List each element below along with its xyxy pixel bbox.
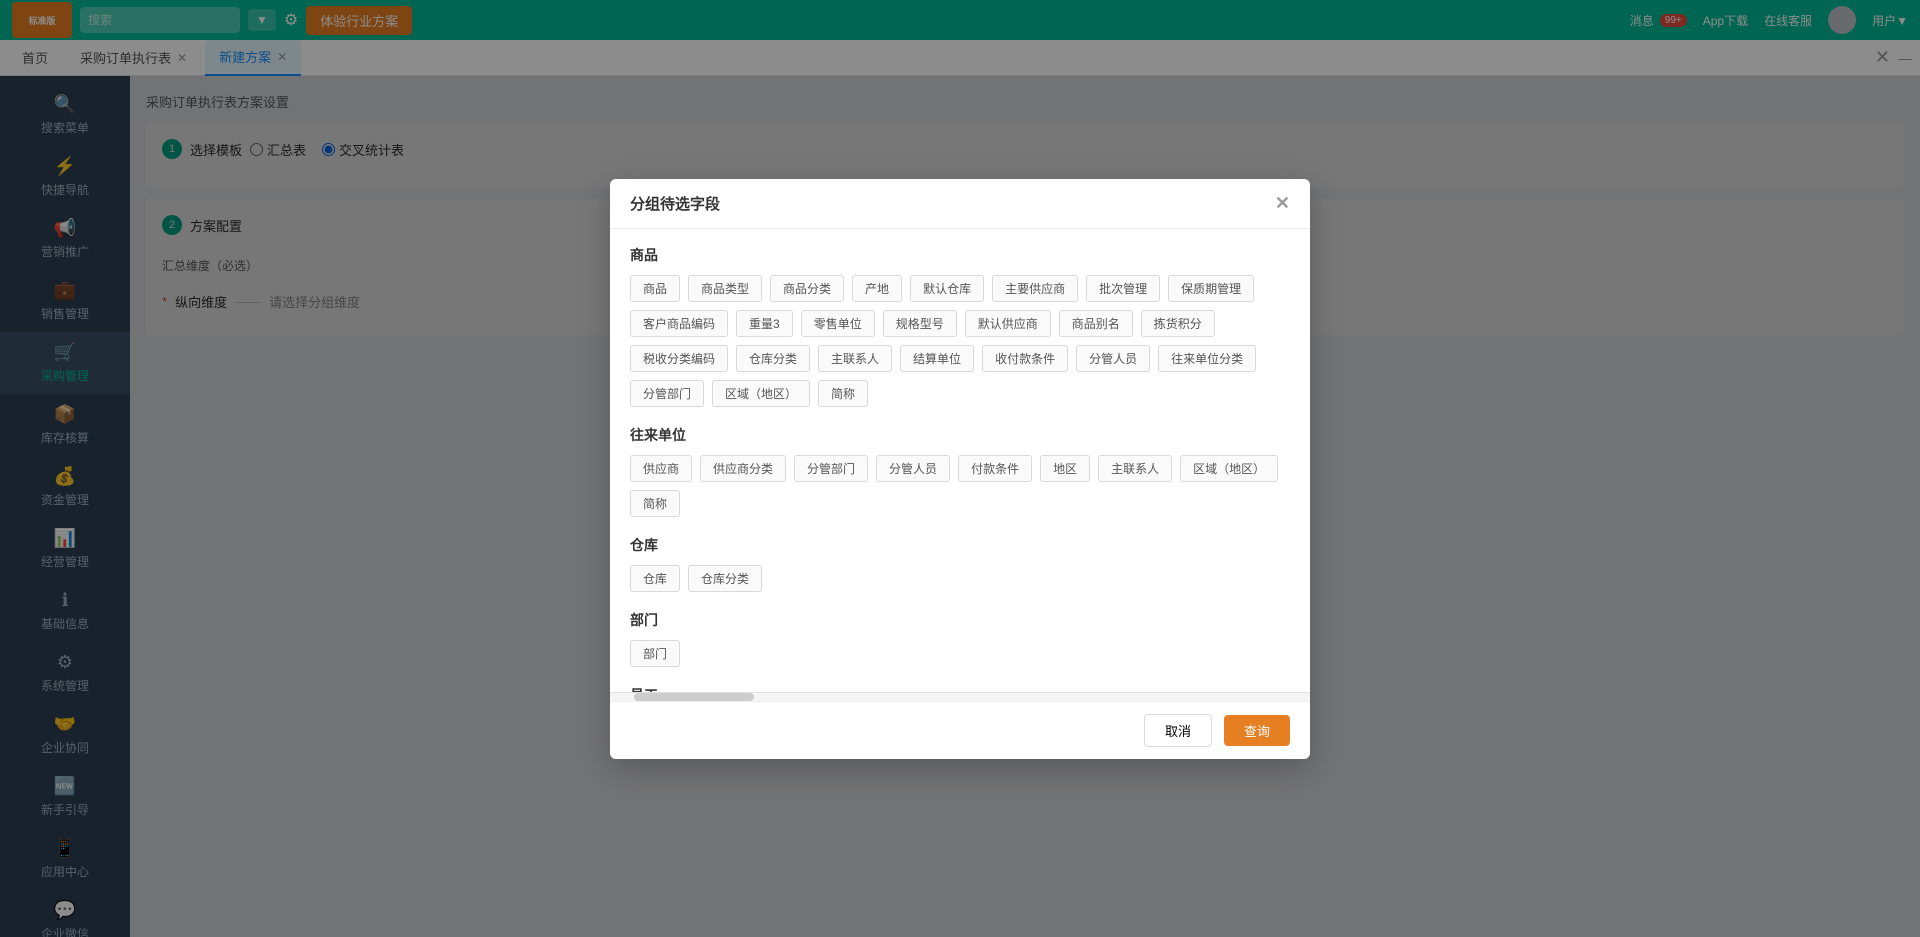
field-tag[interactable]: 付款条件 bbox=[958, 455, 1032, 482]
field-tag[interactable]: 简称 bbox=[818, 380, 868, 407]
field-tag[interactable]: 商品别名 bbox=[1059, 310, 1133, 337]
section-warehouse: 仓库 仓库 仓库分类 bbox=[630, 535, 1290, 592]
modal-footer: 取消 查询 bbox=[610, 701, 1310, 759]
field-tag[interactable]: 仓库分类 bbox=[736, 345, 810, 372]
field-tag[interactable]: 批次管理 bbox=[1086, 275, 1160, 302]
field-tag[interactable]: 部门 bbox=[630, 640, 680, 667]
section-employee: 员工 业务员 bbox=[630, 685, 1290, 692]
field-tag[interactable]: 规格型号 bbox=[883, 310, 957, 337]
field-tag[interactable]: 客户商品编码 bbox=[630, 310, 728, 337]
field-tag[interactable]: 区域（地区） bbox=[1180, 455, 1278, 482]
modal-title: 分组待选字段 bbox=[630, 193, 720, 214]
section-goods-tags: 商品 商品类型 商品分类 产地 默认仓库 主要供应商 批次管理 保质期管理 客户… bbox=[630, 275, 1290, 407]
field-tag[interactable]: 供应商分类 bbox=[700, 455, 786, 482]
field-tag[interactable]: 零售单位 bbox=[801, 310, 875, 337]
field-tag[interactable]: 默认供应商 bbox=[965, 310, 1051, 337]
modal-close-button[interactable]: ✕ bbox=[1275, 193, 1290, 214]
field-tag[interactable]: 主联系人 bbox=[818, 345, 892, 372]
h-scroll-thumb[interactable] bbox=[634, 693, 754, 701]
section-partner-title: 往来单位 bbox=[630, 425, 1290, 445]
modal-header: 分组待选字段 ✕ bbox=[610, 179, 1310, 229]
field-tag[interactable]: 区域（地区） bbox=[712, 380, 810, 407]
field-tag[interactable]: 简称 bbox=[630, 490, 680, 517]
section-goods-title: 商品 bbox=[630, 245, 1290, 265]
section-partner-tags: 供应商 供应商分类 分管部门 分管人员 付款条件 地区 主联系人 区域（地区） … bbox=[630, 455, 1290, 517]
section-warehouse-tags: 仓库 仓库分类 bbox=[630, 565, 1290, 592]
field-tag[interactable]: 供应商 bbox=[630, 455, 692, 482]
field-tag[interactable]: 商品分类 bbox=[770, 275, 844, 302]
section-department-title: 部门 bbox=[630, 610, 1290, 630]
field-tag[interactable]: 主联系人 bbox=[1098, 455, 1172, 482]
confirm-button[interactable]: 查询 bbox=[1224, 715, 1290, 746]
field-tag[interactable]: 保质期管理 bbox=[1168, 275, 1254, 302]
section-employee-title: 员工 bbox=[630, 685, 1290, 692]
field-tag[interactable]: 重量3 bbox=[736, 310, 793, 337]
field-tag[interactable]: 商品 bbox=[630, 275, 680, 302]
field-tag[interactable]: 税收分类编码 bbox=[630, 345, 728, 372]
field-tag[interactable]: 商品类型 bbox=[688, 275, 762, 302]
field-tag[interactable]: 分管人员 bbox=[1076, 345, 1150, 372]
field-tag[interactable]: 拣货积分 bbox=[1141, 310, 1215, 337]
section-warehouse-title: 仓库 bbox=[630, 535, 1290, 555]
field-tag[interactable]: 收付款条件 bbox=[982, 345, 1068, 372]
cancel-button[interactable]: 取消 bbox=[1144, 714, 1212, 747]
field-tag[interactable]: 分管人员 bbox=[876, 455, 950, 482]
modal-overlay: 分组待选字段 ✕ 商品 商品 商品类型 商品分类 产地 默认仓库 主要供应商 批… bbox=[0, 0, 1920, 937]
section-department: 部门 部门 bbox=[630, 610, 1290, 667]
field-tag[interactable]: 地区 bbox=[1040, 455, 1090, 482]
field-tag[interactable]: 分管部门 bbox=[794, 455, 868, 482]
field-select-modal: 分组待选字段 ✕ 商品 商品 商品类型 商品分类 产地 默认仓库 主要供应商 批… bbox=[610, 179, 1310, 759]
section-goods: 商品 商品 商品类型 商品分类 产地 默认仓库 主要供应商 批次管理 保质期管理… bbox=[630, 245, 1290, 407]
field-tag[interactable]: 结算单位 bbox=[900, 345, 974, 372]
field-tag[interactable]: 分管部门 bbox=[630, 380, 704, 407]
section-department-tags: 部门 bbox=[630, 640, 1290, 667]
field-tag[interactable]: 默认仓库 bbox=[910, 275, 984, 302]
field-tag[interactable]: 仓库分类 bbox=[688, 565, 762, 592]
field-tag[interactable]: 产地 bbox=[852, 275, 902, 302]
field-tag[interactable]: 仓库 bbox=[630, 565, 680, 592]
horizontal-scrollbar[interactable] bbox=[610, 692, 1310, 701]
field-tag[interactable]: 主要供应商 bbox=[992, 275, 1078, 302]
field-tag[interactable]: 往来单位分类 bbox=[1158, 345, 1256, 372]
modal-body: 商品 商品 商品类型 商品分类 产地 默认仓库 主要供应商 批次管理 保质期管理… bbox=[610, 229, 1310, 692]
section-partner: 往来单位 供应商 供应商分类 分管部门 分管人员 付款条件 地区 主联系人 区域… bbox=[630, 425, 1290, 517]
